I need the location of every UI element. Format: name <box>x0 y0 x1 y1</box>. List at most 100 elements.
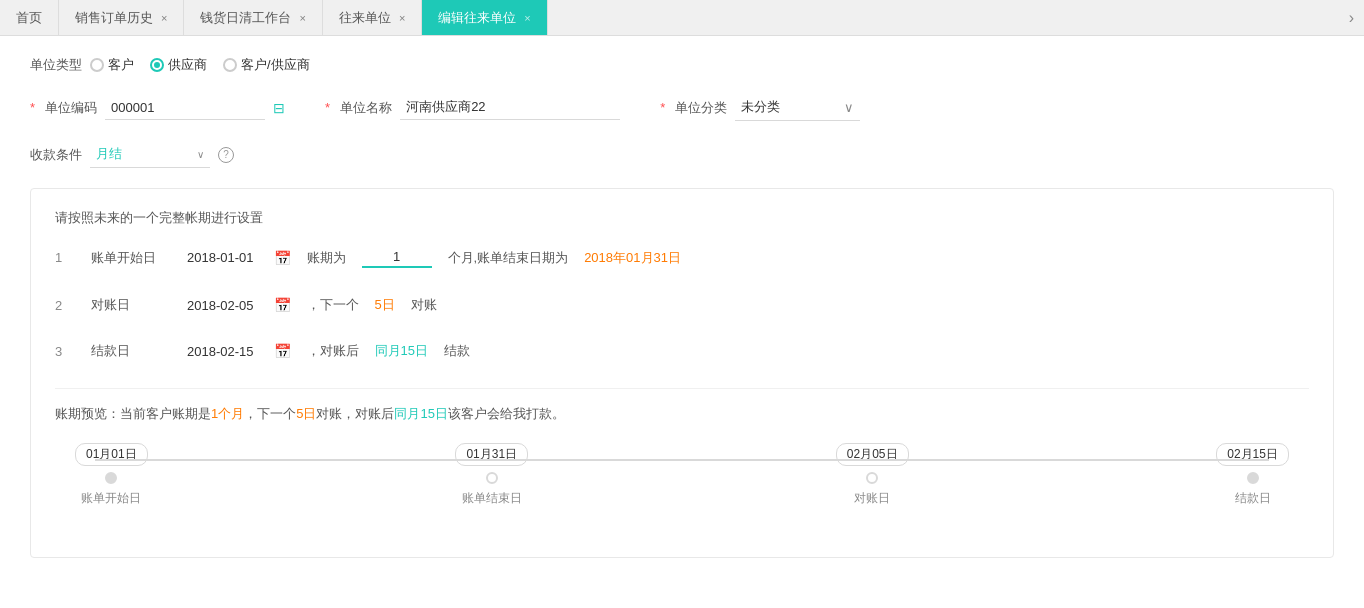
payment-date-calendar-icon[interactable]: 📅 <box>274 343 291 359</box>
unit-name-field: * 单位名称 <box>325 96 620 120</box>
radio-customer-circle <box>90 58 104 72</box>
unit-code-input[interactable] <box>105 96 265 120</box>
period-unit-label: 个月,账单结束日期为 <box>448 249 569 267</box>
timeline-bottom-1: 账单结束日 <box>462 490 522 507</box>
unit-name-label: 单位名称 <box>340 99 392 117</box>
payment-terms-help-icon[interactable]: ? <box>218 147 234 163</box>
preview-section: 账期预览：当前客户账期是1个月，下一个5日对账，对账后同月15日该客户会给我打款… <box>55 388 1309 537</box>
reconciliation-calendar-icon[interactable]: 📅 <box>274 297 291 313</box>
timeline-point-2: 02月05日 对账日 <box>836 443 909 507</box>
preview-text: 账期预览：当前客户账期是1个月，下一个5日对账，对账后同月15日该客户会给我打款… <box>55 405 1309 423</box>
tab-edit-partner-close[interactable]: × <box>524 12 530 24</box>
tab-partner-units-close[interactable]: × <box>399 12 405 24</box>
tabs-bar: 首页 销售订单历史 × 钱货日清工作台 × 往来单位 × 编辑往来单位 × › <box>0 0 1364 36</box>
timeline-bottom-start: 账单开始日 <box>81 490 141 507</box>
radio-both-circle <box>223 58 237 72</box>
payment-date-highlight: 同月15日 <box>375 342 428 360</box>
unit-category-field: * 单位分类 未分类 ∨ <box>660 94 860 121</box>
unit-type-field: 单位类型 客户 供应商 客户/供应商 <box>30 56 310 74</box>
tab-cash-work[interactable]: 钱货日清工作台 × <box>184 0 322 35</box>
reconciliation-highlight: 5日 <box>375 296 395 314</box>
payment-date-value: 2018-02-15 <box>187 344 254 359</box>
radio-supplier[interactable]: 供应商 <box>150 56 207 74</box>
timeline-bottom-2: 对账日 <box>854 490 890 507</box>
payment-terms-field: 收款条件 月结 ∨ ? <box>30 141 234 168</box>
billing-start-row: 1 账单开始日 2018-01-01 📅 账期为 个月,账单结束日期为 2018… <box>55 247 1309 268</box>
billing-period-label: 账期为 <box>307 249 346 267</box>
unit-name-star: * <box>325 100 330 115</box>
radio-both[interactable]: 客户/供应商 <box>223 56 310 74</box>
timeline-label-1: 01月31日 <box>455 443 528 466</box>
tab-sales-order-history-close[interactable]: × <box>161 12 167 24</box>
timeline-point-1: 01月31日 账单结束日 <box>455 443 528 507</box>
tab-cash-work-close[interactable]: × <box>299 12 305 24</box>
payment-terms-value: 月结 <box>96 145 122 163</box>
radio-customer[interactable]: 客户 <box>90 56 134 74</box>
payment-date-label: 结款日 <box>91 342 171 360</box>
radio-both-label: 客户/供应商 <box>241 56 310 74</box>
payment-date-row: 3 结款日 2018-02-15 📅 ，对账后 同月15日 结款 <box>55 342 1309 360</box>
timeline-point-start: 01月01日 账单开始日 <box>75 443 148 507</box>
unit-type-radio-group: 客户 供应商 客户/供应商 <box>90 56 310 74</box>
preview-highlight2: 5日 <box>296 406 316 421</box>
billing-start-label: 账单开始日 <box>91 249 171 267</box>
unit-category-dropdown[interactable]: 未分类 ∨ <box>735 94 860 121</box>
reconciliation-desc-prefix: ，下一个 <box>307 296 359 314</box>
tab-home[interactable]: 首页 <box>0 0 59 35</box>
payment-terms-select[interactable]: 月结 ∨ <box>90 141 210 168</box>
reconciliation-date: 2018-02-05 <box>187 298 254 313</box>
tab-home-label: 首页 <box>16 9 42 27</box>
unit-category-label: 单位分类 <box>675 99 727 117</box>
payment-terms-label: 收款条件 <box>30 146 82 164</box>
reconciliation-row: 2 对账日 2018-02-05 📅 ，下一个 5日 对账 <box>55 296 1309 314</box>
payment-date-desc-suffix: 结款 <box>444 342 470 360</box>
timeline-label-end: 02月15日 <box>1216 443 1289 466</box>
billing-start-calendar-icon[interactable]: 📅 <box>274 250 291 266</box>
unit-type-row: 单位类型 客户 供应商 客户/供应商 <box>30 56 1334 74</box>
section-hint: 请按照未来的一个完整帐期进行设置 <box>55 209 1309 227</box>
tab-edit-partner-label: 编辑往来单位 <box>438 9 516 27</box>
timeline-points: 01月01日 账单开始日 01月31日 账单结束日 02月05日 对账日 <box>75 443 1289 507</box>
tab-edit-partner[interactable]: 编辑往来单位 × <box>422 0 547 35</box>
timeline-line <box>95 459 1269 461</box>
payment-terms-row: 收款条件 月结 ∨ ? <box>30 141 1334 168</box>
billing-start-date: 2018-01-01 <box>187 250 254 265</box>
timeline-point-end: 02月15日 结款日 <box>1216 443 1289 507</box>
unit-code-label: 单位编码 <box>45 99 97 117</box>
period-settings-card: 请按照未来的一个完整帐期进行设置 1 账单开始日 2018-01-01 📅 账期… <box>30 188 1334 558</box>
unit-name-input[interactable] <box>400 96 620 120</box>
tab-cash-work-label: 钱货日清工作台 <box>200 9 291 27</box>
timeline-bottom-end: 结款日 <box>1235 490 1271 507</box>
preview-middle1: ，下一个 <box>244 406 296 421</box>
timeline-dot-1 <box>486 472 498 484</box>
page-content: 单位类型 客户 供应商 客户/供应商 * 单位编码 <box>0 36 1364 608</box>
radio-supplier-label: 供应商 <box>168 56 207 74</box>
reconciliation-label: 对账日 <box>91 296 171 314</box>
payment-date-desc-prefix: ，对账后 <box>307 342 359 360</box>
unit-code-star: * <box>30 100 35 115</box>
period-value-input[interactable] <box>362 247 432 268</box>
period-end-date: 2018年01月31日 <box>584 249 681 267</box>
unit-category-value: 未分类 <box>741 98 780 116</box>
tab-partner-units-label: 往来单位 <box>339 9 391 27</box>
unit-category-arrow: ∨ <box>844 100 854 115</box>
row-number-2: 2 <box>55 298 75 313</box>
timeline-dot-end <box>1247 472 1259 484</box>
unit-code-copy-icon[interactable]: ⊟ <box>273 100 285 116</box>
timeline-dot-2 <box>866 472 878 484</box>
timeline-label-start: 01月01日 <box>75 443 148 466</box>
preview-highlight3: 同月15日 <box>394 406 447 421</box>
payment-terms-arrow: ∨ <box>197 149 204 160</box>
tab-sales-order-history[interactable]: 销售订单历史 × <box>59 0 184 35</box>
tab-partner-units[interactable]: 往来单位 × <box>323 0 422 35</box>
preview-prefix: 账期预览：当前客户账期是 <box>55 406 211 421</box>
reconciliation-desc-suffix: 对账 <box>411 296 437 314</box>
tabs-expand-button[interactable]: › <box>1339 9 1364 27</box>
unit-code-field: * 单位编码 ⊟ <box>30 96 285 120</box>
row-number-1: 1 <box>55 250 75 265</box>
timeline-label-2: 02月05日 <box>836 443 909 466</box>
preview-suffix: 该客户会给我打款。 <box>448 406 565 421</box>
radio-supplier-circle <box>150 58 164 72</box>
timeline-container: 01月01日 账单开始日 01月31日 账单结束日 02月05日 对账日 <box>55 443 1309 537</box>
radio-customer-label: 客户 <box>108 56 134 74</box>
